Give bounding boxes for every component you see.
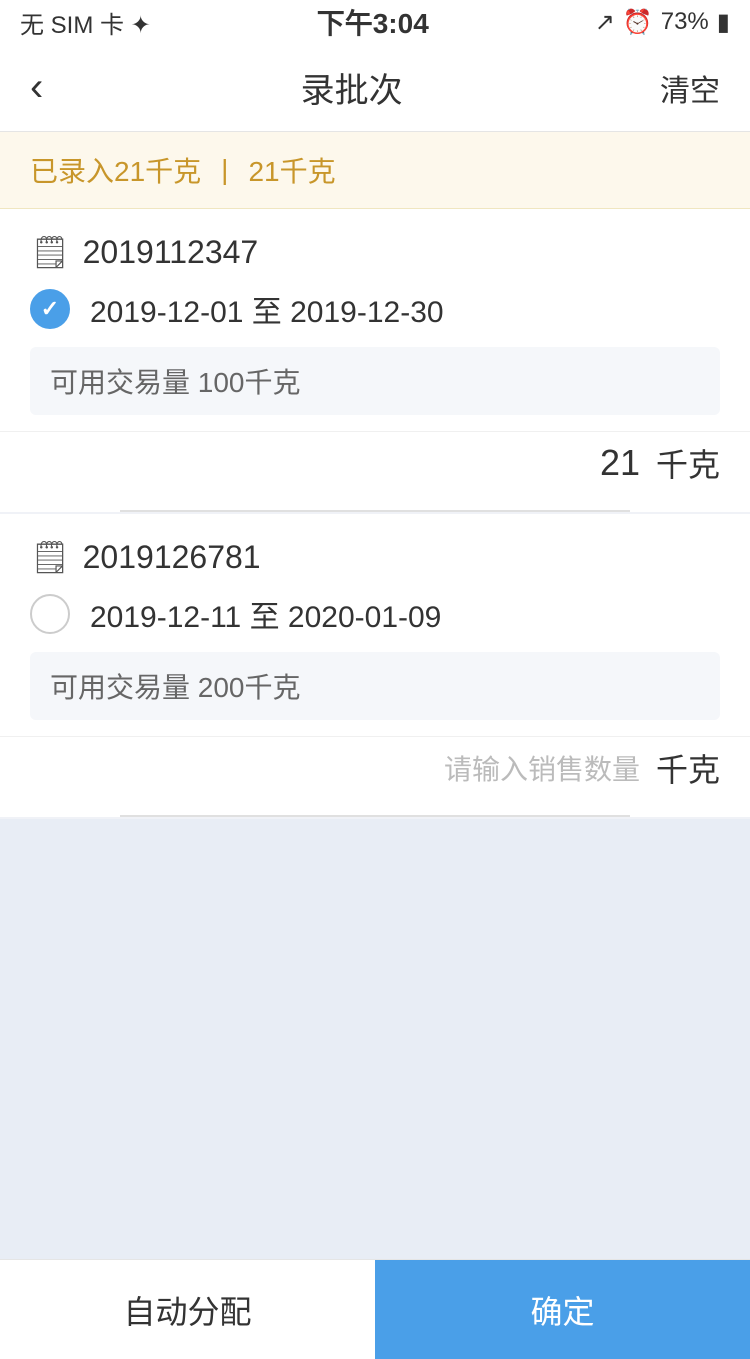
location-icon: ↗: [595, 8, 615, 37]
batch-date-2: 2019-12-11 至 2020-01-09: [90, 592, 441, 636]
total-amount: 21千克: [248, 150, 335, 190]
batch-header-1: 🗒 2019112347: [0, 209, 750, 279]
empty-area: [0, 819, 750, 1259]
summary-bar: 已录入21千克 | 21千克: [0, 132, 750, 209]
confirm-button[interactable]: 确定: [375, 1260, 750, 1359]
radio-button-2[interactable]: [30, 594, 70, 634]
batch-date-row-2: 2019-12-11 至 2020-01-09: [0, 584, 750, 644]
divider-2: [120, 815, 630, 817]
battery-text: 73%: [661, 8, 709, 36]
no-sim-text: 无 SIM 卡 ✦: [20, 5, 151, 40]
batch-available-1: 可用交易量 100千克: [30, 347, 720, 415]
amount-value-1: 21: [600, 442, 640, 484]
alarm-icon: ⏰: [623, 8, 653, 37]
summary-divider: |: [221, 154, 228, 186]
recorded-amount: 已录入21千克: [30, 150, 201, 190]
battery-icon: ▮: [717, 8, 730, 37]
sales-qty-placeholder: 请输入销售数量: [30, 748, 640, 788]
batch-icon-2: 🗒: [30, 538, 71, 576]
batch-date-1: 2019-12-01 至 2019-12-30: [90, 287, 444, 331]
status-right: ↗ ⏰ 73% ▮: [595, 8, 730, 37]
page-title: 录批次: [301, 63, 403, 112]
batch-card-2: 🗒 2019126781 2019-12-11 至 2020-01-09 可用交…: [0, 514, 750, 817]
nav-bar: ‹ 录批次 清空: [0, 44, 750, 132]
batch-id-2: 2019126781: [83, 539, 261, 576]
bottom-bar: 自动分配 确定: [0, 1259, 750, 1359]
content-area: 🗒 2019112347 2019-12-01 至 2019-12-30 可用交…: [0, 209, 750, 1359]
batch-icon-1: 🗒: [30, 233, 71, 271]
status-bar: 无 SIM 卡 ✦ 下午3:04 ↗ ⏰ 73% ▮: [0, 0, 750, 44]
batch-amount-row-2[interactable]: 请输入销售数量 千克: [0, 736, 750, 815]
batch-date-row-1: 2019-12-01 至 2019-12-30: [0, 279, 750, 339]
batch-header-2: 🗒 2019126781: [0, 514, 750, 584]
batch-card-1: 🗒 2019112347 2019-12-01 至 2019-12-30 可用交…: [0, 209, 750, 512]
amount-unit-1: 千克: [656, 440, 720, 486]
batch-amount-row-1: 21 千克: [0, 431, 750, 510]
radio-button-1[interactable]: [30, 289, 70, 329]
auto-distribute-button[interactable]: 自动分配: [0, 1260, 375, 1359]
clear-button[interactable]: 清空: [660, 66, 720, 110]
batch-available-2: 可用交易量 200千克: [30, 652, 720, 720]
back-button[interactable]: ‹: [30, 65, 43, 110]
status-time: 下午3:04: [317, 2, 429, 42]
status-left: 无 SIM 卡 ✦: [20, 5, 151, 40]
amount-unit-2: 千克: [656, 745, 720, 791]
divider-1: [120, 510, 630, 512]
batch-id-1: 2019112347: [83, 234, 259, 271]
